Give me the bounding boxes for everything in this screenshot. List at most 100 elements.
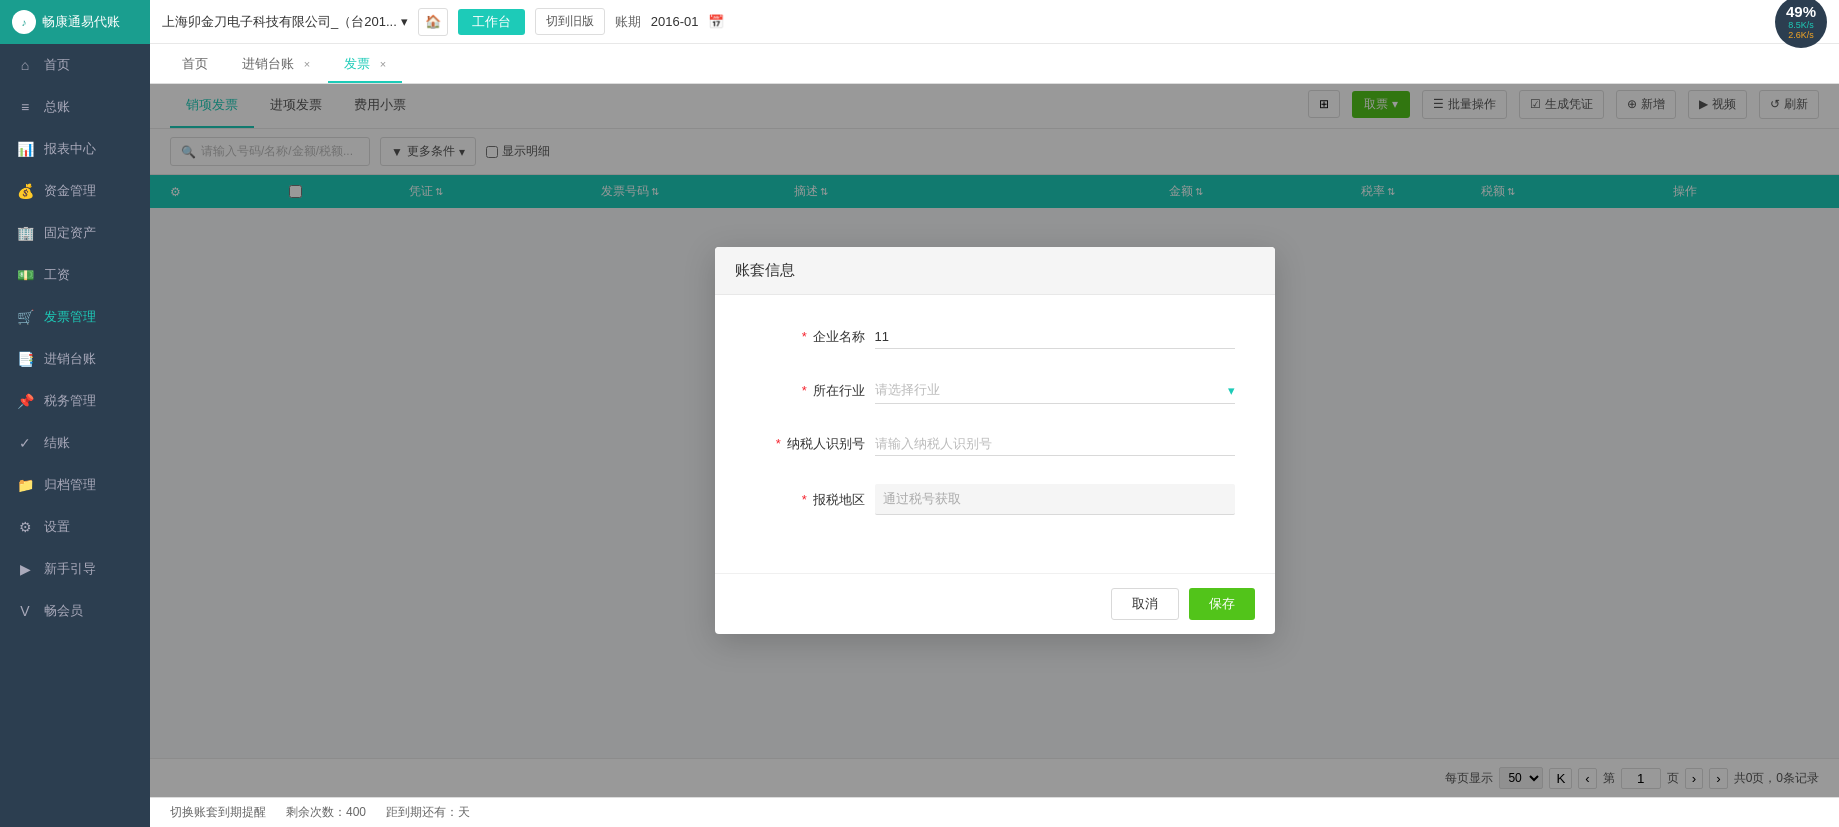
sidebar-item-settings[interactable]: ⚙ 设置 [0,506,150,548]
bottom-text2: 剩余次数：400 [286,804,366,821]
sidebar-item-label: 新手引导 [44,560,96,578]
topbar: 上海卯金刀电子科技有限公司_（台201... ▾ 🏠 工作台 切到旧版 账期 2… [150,0,1839,44]
content-area: 销项发票 进项发票 费用小票 ⊞ 取票 ▾ ☰ [150,84,1839,797]
industry-placeholder: 请选择行业 [875,381,940,399]
purchase-sales-icon: 📑 [16,351,34,367]
workbench-button[interactable]: 工作台 [458,9,525,35]
funds-icon: 💰 [16,183,34,199]
sidebar-item-label: 税务管理 [44,392,96,410]
guide-icon: ▶ [16,561,34,577]
member-icon: V [16,603,34,619]
tax-region-placeholder: 通过税号获取 [883,491,961,506]
sidebar-item-purchase-sales[interactable]: 📑 进销台账 [0,338,150,380]
sidebar-item-label: 工资 [44,266,70,284]
company-icon-btn[interactable]: 🏠 [418,8,448,36]
tabbar: 首页 进销台账 × 发票 × [150,44,1839,84]
sidebar-item-tax[interactable]: 📌 税务管理 [0,380,150,422]
reports-icon: 📊 [16,141,34,157]
company-selector[interactable]: 上海卯金刀电子科技有限公司_（台201... ▾ [162,13,408,31]
dropdown-arrow-icon: ▾ [401,14,408,29]
assets-icon: 🏢 [16,225,34,241]
ledger-icon: ≡ [16,99,34,115]
sidebar-item-label: 结账 [44,434,70,452]
required-marker: * [802,492,807,507]
chevron-down-icon: ▾ [1228,383,1235,398]
industry-row: * 所在行业 请选择行业 ▾ [755,377,1235,404]
calendar-icon[interactable]: 📅 [708,14,724,29]
sidebar-logo: ♪ 畅康通易代账 [0,0,150,44]
switch-version-button[interactable]: 切到旧版 [535,8,605,35]
modal-footer: 取消 保存 [715,573,1275,634]
sidebar-item-settlement[interactable]: ✓ 结账 [0,422,150,464]
sidebar-item-reports[interactable]: 📊 报表中心 [0,128,150,170]
sidebar-item-archive[interactable]: 📁 归档管理 [0,464,150,506]
sidebar-item-assets[interactable]: 🏢 固定资产 [0,212,150,254]
tab-invoices[interactable]: 发票 × [328,47,402,83]
invoices-icon: 🛒 [16,309,34,325]
account-info-modal: 账套信息 * 企业名称 [715,247,1275,634]
tax-region-row: * 报税地区 通过税号获取 [755,484,1235,515]
required-marker: * [802,383,807,398]
sidebar-item-payroll[interactable]: 💵 工资 [0,254,150,296]
sidebar-item-label: 总账 [44,98,70,116]
modal-header: 账套信息 [715,247,1275,295]
tab-purchase-sales-label: 进销台账 [242,56,294,71]
speed-percent: 49% [1786,3,1816,20]
sidebar: ♪ 畅康通易代账 ⌂ 首页 ≡ 总账 📊 报表中心 💰 资金管理 🏢 固定资产 … [0,0,150,827]
logo-icon: ♪ [12,10,36,34]
bottom-bar: 切换账套到期提醒 剩余次数：400 距到期还有：天 [150,797,1839,827]
building-icon: 🏠 [425,14,441,29]
settlement-icon: ✓ [16,435,34,451]
tax-region-label: * 报税地区 [755,491,875,509]
company-name-label: * 企业名称 [755,328,875,346]
settings-icon: ⚙ [16,519,34,535]
tab-invoices-close[interactable]: × [380,58,386,70]
bottom-text3: 距到期还有：天 [386,804,470,821]
industry-select[interactable]: 请选择行业 ▾ [875,377,1235,404]
required-marker: * [776,436,781,451]
home-icon: ⌂ [16,57,34,73]
tab-home[interactable]: 首页 [166,47,224,83]
sidebar-item-member[interactable]: V 畅会员 [0,590,150,632]
required-marker: * [802,329,807,344]
main-content: 上海卯金刀电子科技有限公司_（台201... ▾ 🏠 工作台 切到旧版 账期 2… [150,0,1839,827]
speed-indicator: 49% 8.5K/s 2.6K/s [1775,0,1827,48]
tab-purchase-sales[interactable]: 进销台账 × [226,47,326,83]
sidebar-item-label: 发票管理 [44,308,96,326]
sidebar-item-label: 固定资产 [44,224,96,242]
topbar-right: 49% 8.5K/s 2.6K/s [1775,0,1827,48]
company-name-input[interactable] [875,325,1235,349]
sidebar-item-label: 进销台账 [44,350,96,368]
tab-purchase-sales-close[interactable]: × [304,58,310,70]
company-name: 上海卯金刀电子科技有限公司_（台201... [162,13,397,31]
modal-title: 账套信息 [735,261,795,278]
period-label: 账期 [615,13,641,31]
sidebar-item-label: 畅会员 [44,602,83,620]
company-name-row: * 企业名称 [755,325,1235,349]
tax-id-label: * 纳税人识别号 [755,435,875,453]
sidebar-item-ledger[interactable]: ≡ 总账 [0,86,150,128]
sidebar-item-funds[interactable]: 💰 资金管理 [0,170,150,212]
tab-invoices-label: 发票 [344,56,370,71]
sidebar-item-label: 首页 [44,56,70,74]
tax-id-row: * 纳税人识别号 [755,432,1235,456]
archive-icon: 📁 [16,477,34,493]
logo-text: 畅康通易代账 [42,13,120,31]
tab-home-label: 首页 [182,56,208,71]
sidebar-item-label: 设置 [44,518,70,536]
speed-down: 2.6K/s [1788,30,1814,40]
tax-icon: 📌 [16,393,34,409]
bottom-text1: 切换账套到期提醒 [170,804,266,821]
period-value: 2016-01 [651,14,699,29]
modal-body: * 企业名称 * 所在行业 请选择行业 [715,295,1275,573]
sidebar-item-label: 归档管理 [44,476,96,494]
save-button[interactable]: 保存 [1189,588,1255,620]
sidebar-item-home[interactable]: ⌂ 首页 [0,44,150,86]
tax-id-input[interactable] [875,432,1235,456]
modal-overlay: 账套信息 * 企业名称 [150,84,1839,797]
speed-up: 8.5K/s [1788,20,1814,30]
sidebar-item-invoices[interactable]: 🛒 发票管理 [0,296,150,338]
tax-region-display: 通过税号获取 [875,484,1235,515]
sidebar-item-guide[interactable]: ▶ 新手引导 [0,548,150,590]
cancel-button[interactable]: 取消 [1111,588,1179,620]
